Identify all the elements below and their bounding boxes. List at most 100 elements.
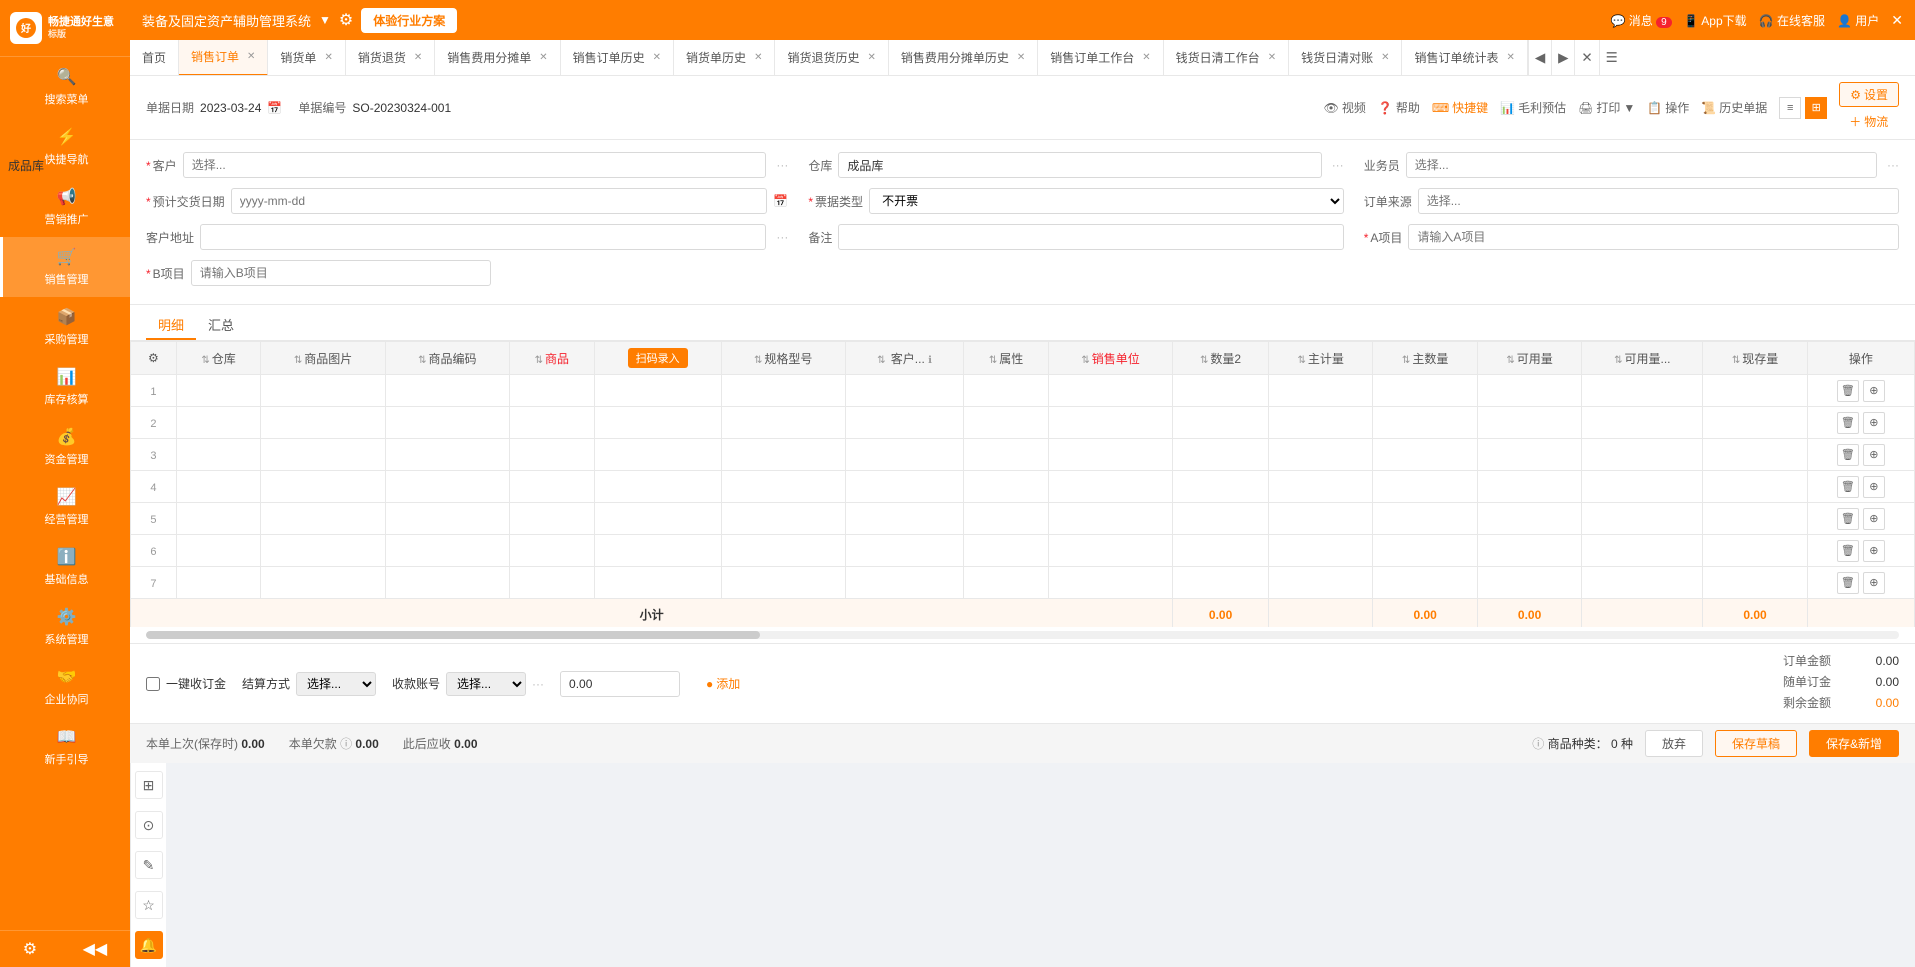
row-product[interactable]: [509, 471, 594, 503]
row-available[interactable]: [1477, 535, 1581, 567]
row-product[interactable]: [509, 535, 594, 567]
th-available2[interactable]: 可用量...: [1582, 342, 1703, 375]
row-attribute[interactable]: [964, 567, 1049, 599]
right-btn-4[interactable]: ☆: [135, 891, 163, 919]
row-main-qty[interactable]: [1373, 375, 1477, 407]
row-available2[interactable]: [1582, 471, 1703, 503]
copy-row-btn[interactable]: ⊕: [1863, 380, 1885, 402]
account-dots[interactable]: ···: [532, 677, 544, 691]
delete-row-btn[interactable]: 🗑: [1837, 380, 1859, 402]
row-spec[interactable]: [721, 535, 845, 567]
row-main-qty[interactable]: [1373, 439, 1477, 471]
row-stock[interactable]: [1703, 439, 1807, 471]
th-product-image[interactable]: 商品图片: [261, 342, 385, 375]
operation-btn[interactable]: 📋 操作: [1647, 99, 1689, 116]
tab-return-history[interactable]: 销货退货历史 ✕: [775, 40, 888, 76]
invoice-type-select[interactable]: 不开票: [869, 188, 1344, 214]
sidebar-item-finance[interactable]: 💰 资金管理: [0, 417, 130, 477]
row-customer-order[interactable]: [845, 375, 963, 407]
th-product-code[interactable]: 商品编码: [385, 342, 509, 375]
row-spec[interactable]: [721, 567, 845, 599]
tab-close-icon[interactable]: ✕: [324, 52, 332, 63]
th-setting[interactable]: ⚙: [131, 342, 177, 375]
profit-btn[interactable]: 📊 毛利预估: [1500, 99, 1566, 116]
th-stock[interactable]: 现存量: [1703, 342, 1807, 375]
sidebar-item-sales[interactable]: 🛒 销售管理: [0, 237, 130, 297]
payment-method-select[interactable]: 选择...: [296, 672, 376, 696]
grid-view-btn[interactable]: ⊞: [1805, 97, 1827, 119]
tab-close-icon[interactable]: ✕: [1142, 52, 1150, 63]
warehouse-input[interactable]: [838, 152, 1321, 178]
save-draft-button[interactable]: 保存草稿: [1715, 730, 1797, 757]
customer-input[interactable]: [183, 152, 767, 178]
row-warehouse[interactable]: [176, 407, 261, 439]
delete-row-btn[interactable]: 🗑: [1837, 572, 1859, 594]
row-main-unit[interactable]: [1268, 439, 1372, 471]
row-product-code[interactable]: [385, 407, 509, 439]
row-quantity2[interactable]: [1173, 503, 1269, 535]
th-attribute[interactable]: 属性: [964, 342, 1049, 375]
tab-close-icon[interactable]: ✕: [1268, 52, 1276, 63]
user-btn[interactable]: 👤 用户: [1837, 12, 1879, 29]
row-available[interactable]: [1477, 407, 1581, 439]
salesperson-input[interactable]: [1406, 152, 1877, 178]
row-main-qty[interactable]: [1373, 407, 1477, 439]
row-product[interactable]: [509, 439, 594, 471]
row-main-unit[interactable]: [1268, 407, 1372, 439]
right-btn-3[interactable]: ✎: [135, 851, 163, 879]
th-main-unit[interactable]: 主计量: [1268, 342, 1372, 375]
solution-button[interactable]: 体验行业方案: [361, 8, 457, 33]
copy-row-btn[interactable]: ⊕: [1863, 412, 1885, 434]
order-source-input[interactable]: [1418, 188, 1899, 214]
row-spec[interactable]: [721, 407, 845, 439]
row-available[interactable]: [1477, 375, 1581, 407]
row-warehouse[interactable]: [176, 503, 261, 535]
tab-close-icon[interactable]: ✕: [1017, 52, 1025, 63]
row-product[interactable]: [509, 567, 594, 599]
th-product[interactable]: 商品: [509, 342, 594, 375]
row-quantity2[interactable]: [1173, 567, 1269, 599]
tab-close-icon[interactable]: ✕: [867, 52, 875, 63]
sidebar-item-guide[interactable]: 📖 新手引导: [0, 717, 130, 777]
row-customer-order[interactable]: [845, 535, 963, 567]
row-product-code[interactable]: [385, 535, 509, 567]
sidebar-item-marketing[interactable]: 📢 营销推广: [0, 177, 130, 237]
row-main-unit[interactable]: [1268, 503, 1372, 535]
tab-next-btn[interactable]: ▶: [1551, 40, 1574, 76]
tab-invoice-history[interactable]: 销货单历史 ✕: [674, 40, 775, 76]
scan-button[interactable]: 扫码录入: [628, 348, 688, 368]
row-stock[interactable]: [1703, 407, 1807, 439]
tab-summary[interactable]: 汇总: [196, 311, 246, 340]
row-attribute[interactable]: [964, 439, 1049, 471]
tab-expense-history[interactable]: 销售费用分摊单历史 ✕: [889, 40, 1038, 76]
customer-address-input[interactable]: [200, 224, 766, 250]
row-available[interactable]: [1477, 471, 1581, 503]
row-available[interactable]: [1477, 567, 1581, 599]
row-warehouse[interactable]: [176, 375, 261, 407]
row-available2[interactable]: [1582, 503, 1703, 535]
row-customer-order[interactable]: [845, 471, 963, 503]
tab-close-icon[interactable]: ✕: [539, 52, 547, 63]
row-available[interactable]: [1477, 439, 1581, 471]
b-project-input[interactable]: [191, 260, 491, 286]
row-stock[interactable]: [1703, 567, 1807, 599]
tab-stats[interactable]: 销售订单统计表 ✕: [1402, 40, 1527, 76]
tab-close-icon[interactable]: ✕: [414, 52, 422, 63]
row-main-unit[interactable]: [1268, 535, 1372, 567]
delete-row-btn[interactable]: 🗑: [1837, 540, 1859, 562]
tab-menu-btn[interactable]: ☰: [1599, 40, 1624, 76]
row-quantity2[interactable]: [1173, 375, 1269, 407]
tab-sales-order[interactable]: 销售订单 ✕: [179, 40, 268, 76]
sidebar-item-basic-info[interactable]: ℹ️ 基础信息: [0, 537, 130, 597]
th-available[interactable]: 可用量: [1477, 342, 1581, 375]
copy-row-btn[interactable]: ⊕: [1863, 540, 1885, 562]
delivery-calendar-icon[interactable]: 📅: [773, 194, 788, 208]
tab-close-icon[interactable]: ✕: [754, 52, 762, 63]
row-customer-order[interactable]: [845, 407, 963, 439]
tab-sales-expense[interactable]: 销售费用分摊单 ✕: [435, 40, 560, 76]
row-warehouse[interactable]: [176, 471, 261, 503]
tab-close-icon[interactable]: ✕: [1507, 52, 1515, 63]
tab-prev-btn[interactable]: ◀: [1528, 40, 1551, 76]
row-available2[interactable]: [1582, 535, 1703, 567]
warehouse-dots[interactable]: ···: [1332, 158, 1344, 172]
